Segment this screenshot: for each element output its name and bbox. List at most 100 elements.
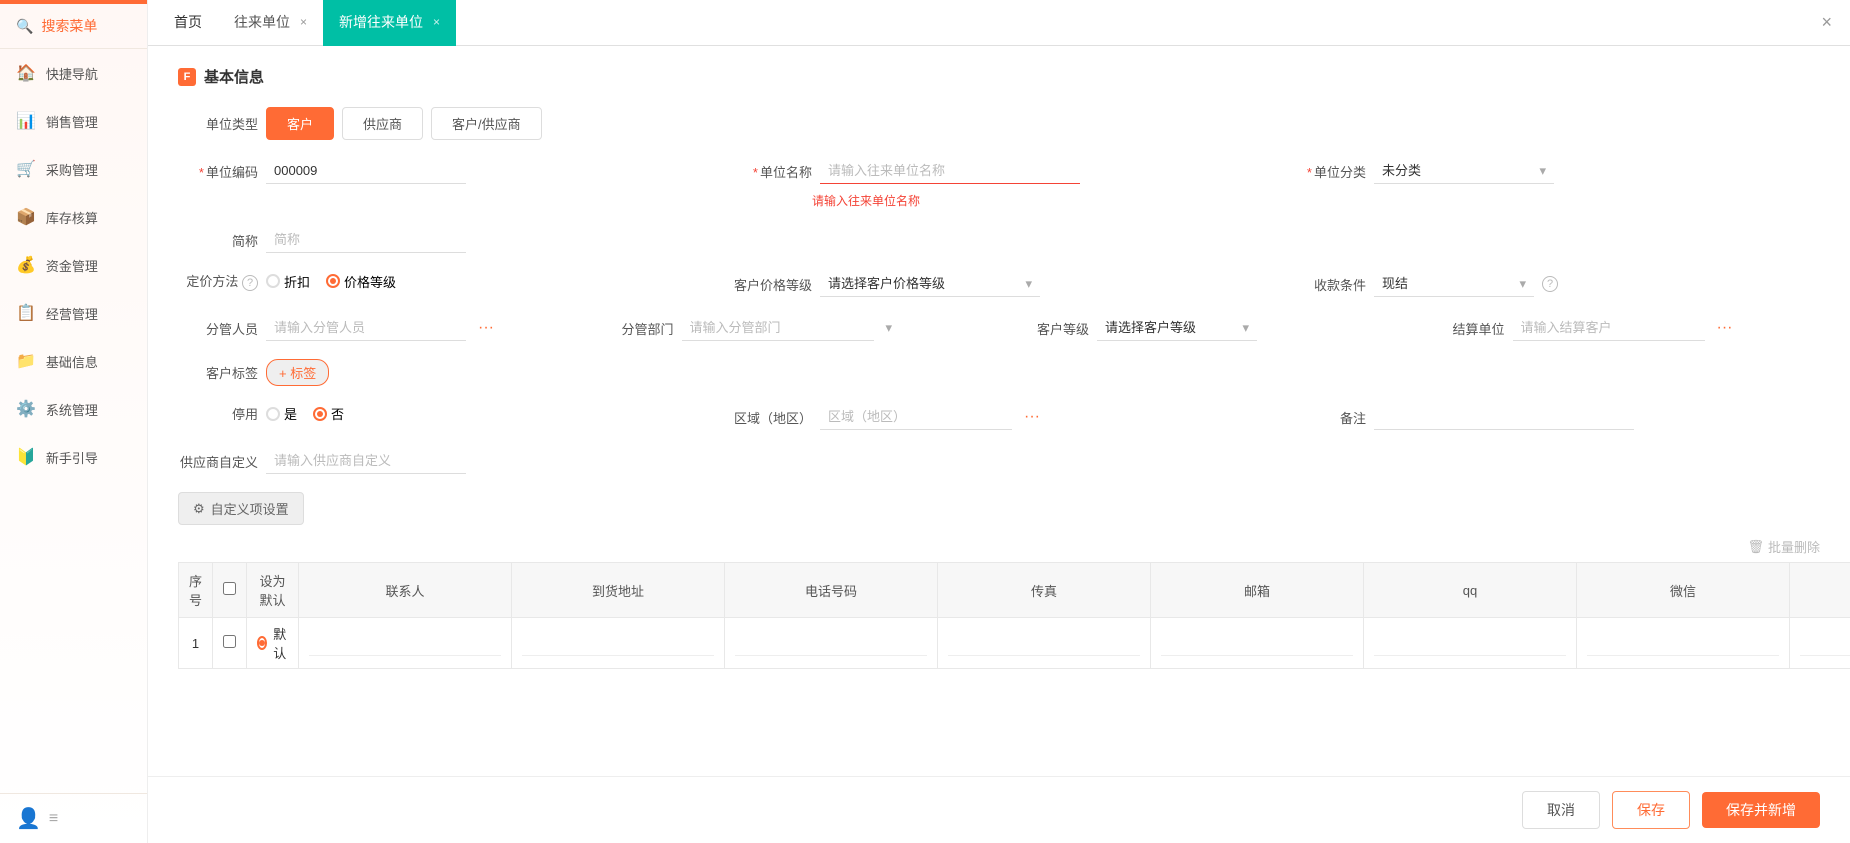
supplier-custom-field: 供应商自定义 xyxy=(178,448,1820,474)
settlement-input[interactable] xyxy=(1513,315,1705,341)
sidebar-item-quick-nav[interactable]: 🏠 快捷导航 xyxy=(0,49,147,97)
dept-dropdown-icon[interactable]: ▾ xyxy=(886,320,893,336)
tab-new-transaction[interactable]: 新增往来单位 × xyxy=(323,0,456,46)
row-address[interactable] xyxy=(512,618,725,669)
sidebar-item-finance[interactable]: 💰 资金管理 xyxy=(0,241,147,289)
abbr-input[interactable] xyxy=(266,227,466,253)
save-button[interactable]: 保存 xyxy=(1612,791,1690,829)
batch-delete-label[interactable]: 批量删除 xyxy=(1768,537,1820,556)
region-more-button[interactable]: ··· xyxy=(1020,408,1044,426)
settlement-more-button[interactable]: ··· xyxy=(1713,319,1737,337)
wechat-input[interactable] xyxy=(1587,630,1779,656)
unit-category-select[interactable]: 未分类 xyxy=(1374,158,1554,184)
th-checkbox xyxy=(213,563,247,618)
level-radio[interactable] xyxy=(326,274,340,288)
section-header: F 基本信息 xyxy=(178,66,1820,87)
th-qq: qq xyxy=(1364,563,1577,618)
sidebar-item-basic-info[interactable]: 📁 基础信息 xyxy=(0,337,147,385)
pricing-discount[interactable]: 折扣 xyxy=(266,272,310,291)
region-field: 区域（地区） ··· xyxy=(712,404,1266,430)
search-menu[interactable]: 🔍 搜索菜单 xyxy=(0,4,147,49)
row-wechat[interactable] xyxy=(1577,618,1790,669)
unit-type-customer[interactable]: 客户 xyxy=(266,107,334,140)
row-email[interactable] xyxy=(1151,618,1364,669)
sidebar-item-label: 系统管理 xyxy=(46,400,98,419)
pricing-help-icon[interactable]: ? xyxy=(242,275,258,291)
finance-icon: 💰 xyxy=(16,255,36,275)
sidebar-item-inventory[interactable]: 📦 库存核算 xyxy=(0,193,147,241)
unit-name-error: 请输入往来单位名称 xyxy=(812,194,920,208)
payment-help-icon[interactable]: ? xyxy=(1542,276,1558,292)
manager-input[interactable] xyxy=(266,315,466,341)
disable-yes[interactable]: 是 xyxy=(266,404,297,423)
email-input[interactable] xyxy=(1161,630,1353,656)
customer-price-select[interactable]: 请选择客户价格等级 xyxy=(820,271,1040,297)
custom-settings-button[interactable]: ⚙ 自定义项设置 xyxy=(178,492,304,525)
close-new-transaction-icon[interactable]: × xyxy=(433,15,440,29)
disable-label: 停用 xyxy=(178,404,258,423)
supplier-custom-input[interactable] xyxy=(266,448,466,474)
unit-code-field: *单位编码 xyxy=(178,158,712,184)
tab-home[interactable]: 首页 xyxy=(158,0,218,46)
th-wechat: 微信 xyxy=(1577,563,1790,618)
discount-radio[interactable] xyxy=(266,274,280,288)
disable-yes-radio[interactable] xyxy=(266,407,280,421)
custom-settings-label: 自定义项设置 xyxy=(211,499,289,518)
home-icon: 🏠 xyxy=(16,63,36,83)
settlement-field: 结算单位 ··· xyxy=(1405,315,1821,341)
unit-type-both[interactable]: 客户/供应商 xyxy=(431,107,542,140)
row-fax[interactable] xyxy=(938,618,1151,669)
dept-field: 分管部门 ▾ xyxy=(574,315,990,341)
region-table-input[interactable] xyxy=(1800,630,1850,656)
region-input[interactable] xyxy=(820,404,1012,430)
save-and-new-button[interactable]: 保存并新增 xyxy=(1702,792,1820,828)
unit-type-supplier[interactable]: 供应商 xyxy=(342,107,423,140)
sidebar-item-label: 快捷导航 xyxy=(46,64,98,83)
supplier-custom-row: 供应商自定义 xyxy=(178,448,1820,474)
row-region[interactable] xyxy=(1790,618,1850,669)
disable-no-radio[interactable] xyxy=(313,407,327,421)
dept-input[interactable] xyxy=(682,315,874,341)
section-icon: F xyxy=(178,68,196,86)
pricing-level[interactable]: 价格等级 xyxy=(326,272,396,291)
operations-icon: 📋 xyxy=(16,303,36,323)
unit-code-input[interactable] xyxy=(266,158,466,184)
manager-more-button[interactable]: ··· xyxy=(474,319,498,337)
select-all-checkbox[interactable] xyxy=(223,582,236,595)
contact-input[interactable] xyxy=(309,630,501,656)
address-input[interactable] xyxy=(522,630,714,656)
row-checkbox[interactable] xyxy=(223,635,236,648)
sidebar-item-operations[interactable]: 📋 经营管理 xyxy=(0,289,147,337)
tab-transactions[interactable]: 往来单位 × xyxy=(218,0,323,46)
row-qq[interactable] xyxy=(1364,618,1577,669)
customer-level-select[interactable]: 请选择客户等级 xyxy=(1097,315,1257,341)
tag-label: 客户标签 xyxy=(178,363,258,382)
section-title: 基本信息 xyxy=(204,66,264,87)
sidebar-item-sales[interactable]: 📊 销售管理 xyxy=(0,97,147,145)
payment-select[interactable]: 现结 xyxy=(1374,271,1534,297)
tab-new-transaction-label: 新增往来单位 xyxy=(339,12,423,32)
phone-input[interactable] xyxy=(735,630,927,656)
sidebar-item-guide[interactable]: 🔰 新手引导 xyxy=(0,433,147,481)
window-close-button[interactable]: × xyxy=(1813,8,1840,37)
row-phone[interactable] xyxy=(725,618,938,669)
customer-level-label: 客户等级 xyxy=(1009,319,1089,338)
payment-field: 收款条件 现结 ? xyxy=(1266,271,1820,297)
abbr-row: 简称 xyxy=(178,227,1820,253)
qq-input[interactable] xyxy=(1374,630,1566,656)
row-contact[interactable] xyxy=(299,618,512,669)
remark-input[interactable] xyxy=(1374,404,1634,430)
disable-no-label: 否 xyxy=(331,404,344,423)
row-default-radio[interactable]: 默认 xyxy=(257,624,288,662)
unit-name-input[interactable] xyxy=(820,158,1080,184)
cancel-button[interactable]: 取消 xyxy=(1522,791,1600,829)
tab-bar: 首页 往来单位 × 新增往来单位 × × xyxy=(148,0,1850,46)
sidebar-item-label: 采购管理 xyxy=(46,160,98,179)
disable-no[interactable]: 否 xyxy=(313,404,344,423)
unit-code-label: *单位编码 xyxy=(178,162,258,181)
close-transactions-icon[interactable]: × xyxy=(300,15,307,29)
fax-input[interactable] xyxy=(948,630,1140,656)
add-tag-button[interactable]: + 标签 xyxy=(266,359,329,386)
sidebar-item-purchase[interactable]: 🛒 采购管理 xyxy=(0,145,147,193)
sidebar-item-system[interactable]: ⚙️ 系统管理 xyxy=(0,385,147,433)
